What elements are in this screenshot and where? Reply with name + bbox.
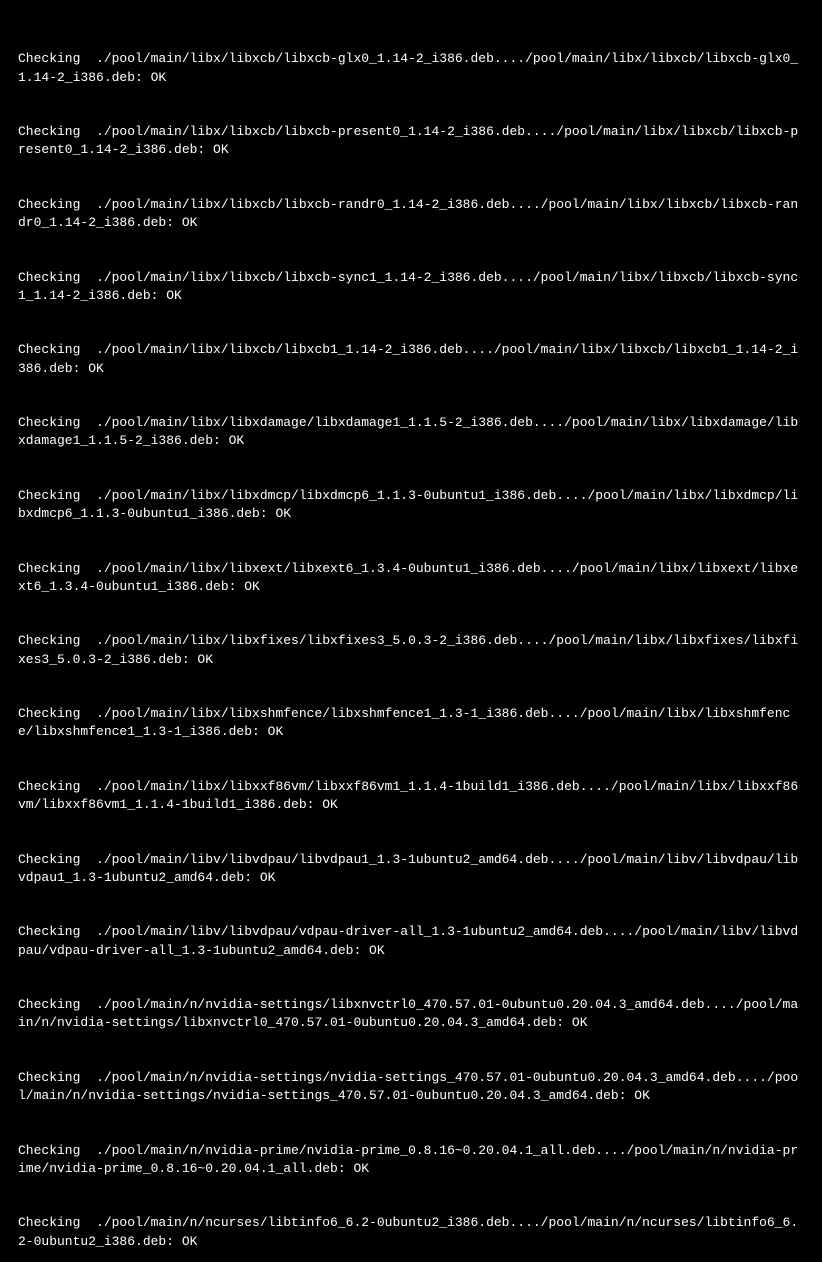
terminal-line: Checking ./pool/main/n/nvidia-settings/n…: [18, 1069, 804, 1105]
terminal-line: Checking ./pool/main/libx/libxdmcp/libxd…: [18, 487, 804, 523]
terminal-line: Checking ./pool/main/libx/libxcb/libxcb1…: [18, 341, 804, 377]
terminal-line: Checking ./pool/main/libx/libxdamage/lib…: [18, 414, 804, 450]
terminal-line: Checking ./pool/main/n/nvidia-settings/l…: [18, 996, 804, 1032]
terminal-line: Checking ./pool/main/n/ncurses/libtinfo6…: [18, 1214, 804, 1250]
terminal-line: Checking ./pool/main/libv/libvdpau/libvd…: [18, 851, 804, 887]
terminal-line: Checking ./pool/main/libx/libxcb/libxcb-…: [18, 123, 804, 159]
terminal-line: Checking ./pool/main/libx/libxshmfence/l…: [18, 705, 804, 741]
terminal-line: Checking ./pool/main/libx/libxxf86vm/lib…: [18, 778, 804, 814]
terminal-line: Checking ./pool/main/libv/libvdpau/vdpau…: [18, 923, 804, 959]
terminal-line: Checking ./pool/main/libx/libxfixes/libx…: [18, 632, 804, 668]
terminal-line: Checking ./pool/main/libx/libxcb/libxcb-…: [18, 50, 804, 86]
terminal-line: Checking ./pool/main/n/nvidia-prime/nvid…: [18, 1142, 804, 1178]
terminal-line: Checking ./pool/main/libx/libxcb/libxcb-…: [18, 269, 804, 305]
terminal-output: Checking ./pool/main/libx/libxcb/libxcb-…: [18, 14, 804, 1262]
terminal-line: Checking ./pool/main/libx/libxcb/libxcb-…: [18, 196, 804, 232]
terminal-line: Checking ./pool/main/libx/libxext/libxex…: [18, 560, 804, 596]
